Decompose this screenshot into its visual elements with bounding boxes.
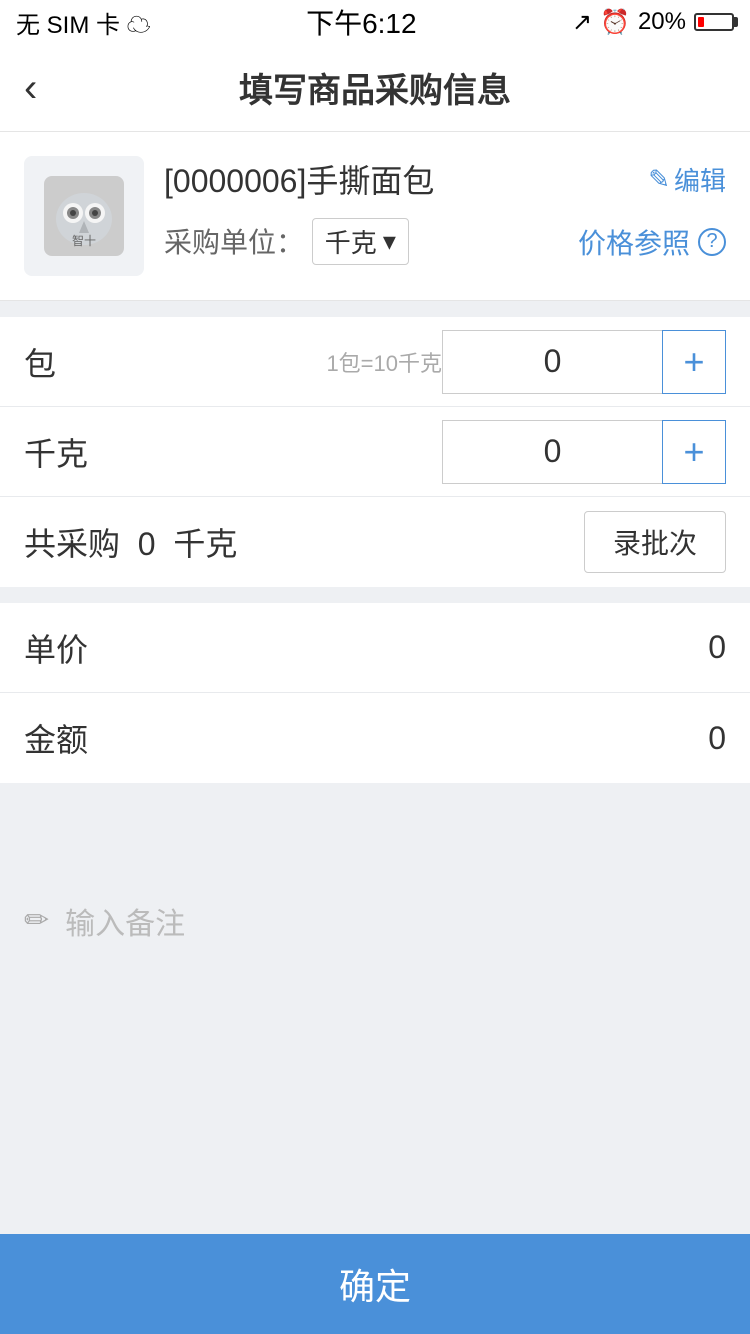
content-area: 智十 [0000006]手撕面包 ✎ 编辑 采购单位： 千克 ▾ [0, 132, 750, 1234]
bag-sublabel: 1包=10千克 [326, 346, 442, 378]
unit-value: 千克 [325, 223, 377, 260]
content-spacer [0, 1059, 750, 1235]
product-info: [0000006]手撕面包 ✎ 编辑 采购单位： 千克 ▾ 价格参照 ? [164, 156, 726, 265]
bag-input-right: + [442, 330, 726, 394]
remark-section[interactable]: ✏ 输入备注 [0, 783, 750, 1059]
svg-text:智十: 智十 [72, 233, 96, 248]
confirm-button[interactable]: 确定 [0, 1234, 750, 1334]
total-label: 共采购 0 千克 [24, 519, 237, 565]
battery-percent: 20% [638, 8, 686, 36]
kg-label: 千克 [24, 429, 442, 475]
section-separator-1 [0, 301, 750, 317]
bag-plus-button[interactable]: + [662, 330, 726, 394]
battery-icon [694, 13, 734, 31]
total-value: 0 [138, 526, 156, 562]
section-separator-2 [0, 587, 750, 603]
alarm-icon: ⏰ [600, 8, 630, 37]
unit-dropdown-arrow: ▾ [383, 226, 396, 257]
bag-input-row: 包 1包=10千克 + [0, 317, 750, 407]
kg-input-row: 千克 + [0, 407, 750, 497]
nav-title: 填写商品采购信息 [239, 63, 511, 112]
product-image: 智十 [24, 156, 144, 276]
product-title: 手撕面包 [306, 163, 434, 199]
back-button[interactable]: ‹ [24, 68, 37, 108]
pencil-icon: ✏ [24, 903, 49, 938]
price-ref-button[interactable]: 价格参照 ? [578, 222, 726, 262]
quantity-section: 包 1包=10千克 + 千克 + [0, 317, 750, 497]
bag-quantity-input[interactable] [442, 330, 662, 394]
unit-price-value: 0 [708, 629, 726, 666]
edit-button[interactable]: ✎ 编辑 [648, 161, 726, 198]
total-row: 共采购 0 千克 录批次 [0, 497, 750, 587]
remark-placeholder: 输入备注 [65, 899, 185, 943]
no-sim-label: 无 SIM 卡 ☁ [16, 5, 151, 40]
status-bar-time: 下午6:12 [306, 2, 417, 42]
price-ref-info-icon: ? [698, 228, 726, 256]
unit-price-row: 单价 0 [0, 603, 750, 693]
amount-value: 0 [708, 720, 726, 757]
unit-area: 采购单位： 千克 ▾ [164, 218, 409, 265]
kg-plus-button[interactable]: + [662, 420, 726, 484]
price-section: 单价 0 金额 0 [0, 603, 750, 783]
edit-label: 编辑 [674, 161, 726, 198]
price-ref-label: 价格参照 [578, 222, 690, 262]
unit-price-label: 单价 [24, 625, 88, 671]
edit-icon: ✎ [648, 164, 670, 195]
status-bar: 无 SIM 卡 ☁ 下午6:12 ↗ ⏰ 20% [0, 0, 750, 44]
bag-label: 包 [24, 339, 318, 385]
unit-label: 采购单位： [164, 227, 304, 258]
status-bar-left: 无 SIM 卡 ☁ [16, 5, 151, 40]
nav-bar: ‹ 填写商品采购信息 [0, 44, 750, 132]
status-bar-right: ↗ ⏰ 20% [572, 8, 734, 37]
product-logo: 智十 [44, 176, 124, 256]
product-unit-row: 采购单位： 千克 ▾ 价格参照 ? [164, 218, 726, 265]
product-id: [0000006] [164, 163, 306, 199]
product-name: [0000006]手撕面包 [164, 156, 434, 202]
owl-icon: 智十 [49, 181, 119, 251]
product-header: [0000006]手撕面包 ✎ 编辑 [164, 156, 726, 202]
record-batch-button[interactable]: 录批次 [584, 511, 726, 573]
kg-quantity-input[interactable] [442, 420, 662, 484]
location-icon: ↗ [572, 8, 592, 37]
unit-select[interactable]: 千克 ▾ [312, 218, 409, 265]
amount-row: 金额 0 [0, 693, 750, 783]
kg-input-right: + [442, 420, 726, 484]
product-card: 智十 [0000006]手撕面包 ✎ 编辑 采购单位： 千克 ▾ [0, 132, 750, 301]
total-unit: 千克 [173, 526, 237, 562]
amount-label: 金额 [24, 715, 88, 761]
